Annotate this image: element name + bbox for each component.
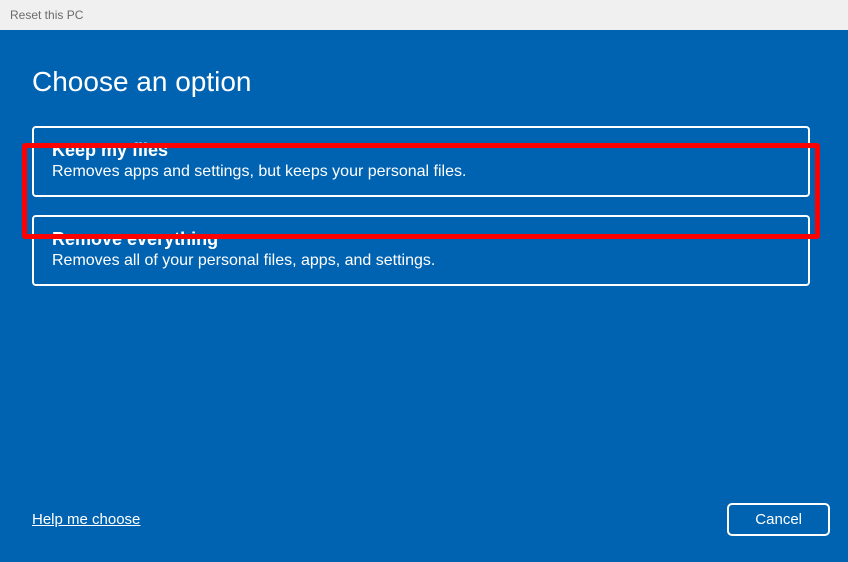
option-keep-my-files[interactable]: Keep my files Removes apps and settings,… xyxy=(32,126,810,197)
reset-pc-dialog: Choose an option Keep my files Removes a… xyxy=(0,30,848,562)
option-title: Remove everything xyxy=(52,229,790,250)
option-desc: Removes apps and settings, but keeps you… xyxy=(52,163,790,181)
help-me-choose-link[interactable]: Help me choose xyxy=(32,511,140,528)
option-desc: Removes all of your personal files, apps… xyxy=(52,252,790,270)
window-title: Reset this PC xyxy=(10,8,83,22)
page-title: Choose an option xyxy=(32,66,816,98)
option-title: Keep my files xyxy=(52,140,790,161)
dialog-footer: Help me choose Cancel xyxy=(32,503,830,536)
option-list: Keep my files Removes apps and settings,… xyxy=(32,126,816,286)
option-remove-everything[interactable]: Remove everything Removes all of your pe… xyxy=(32,215,810,286)
window-titlebar: Reset this PC xyxy=(0,0,848,30)
cancel-button[interactable]: Cancel xyxy=(727,503,830,536)
